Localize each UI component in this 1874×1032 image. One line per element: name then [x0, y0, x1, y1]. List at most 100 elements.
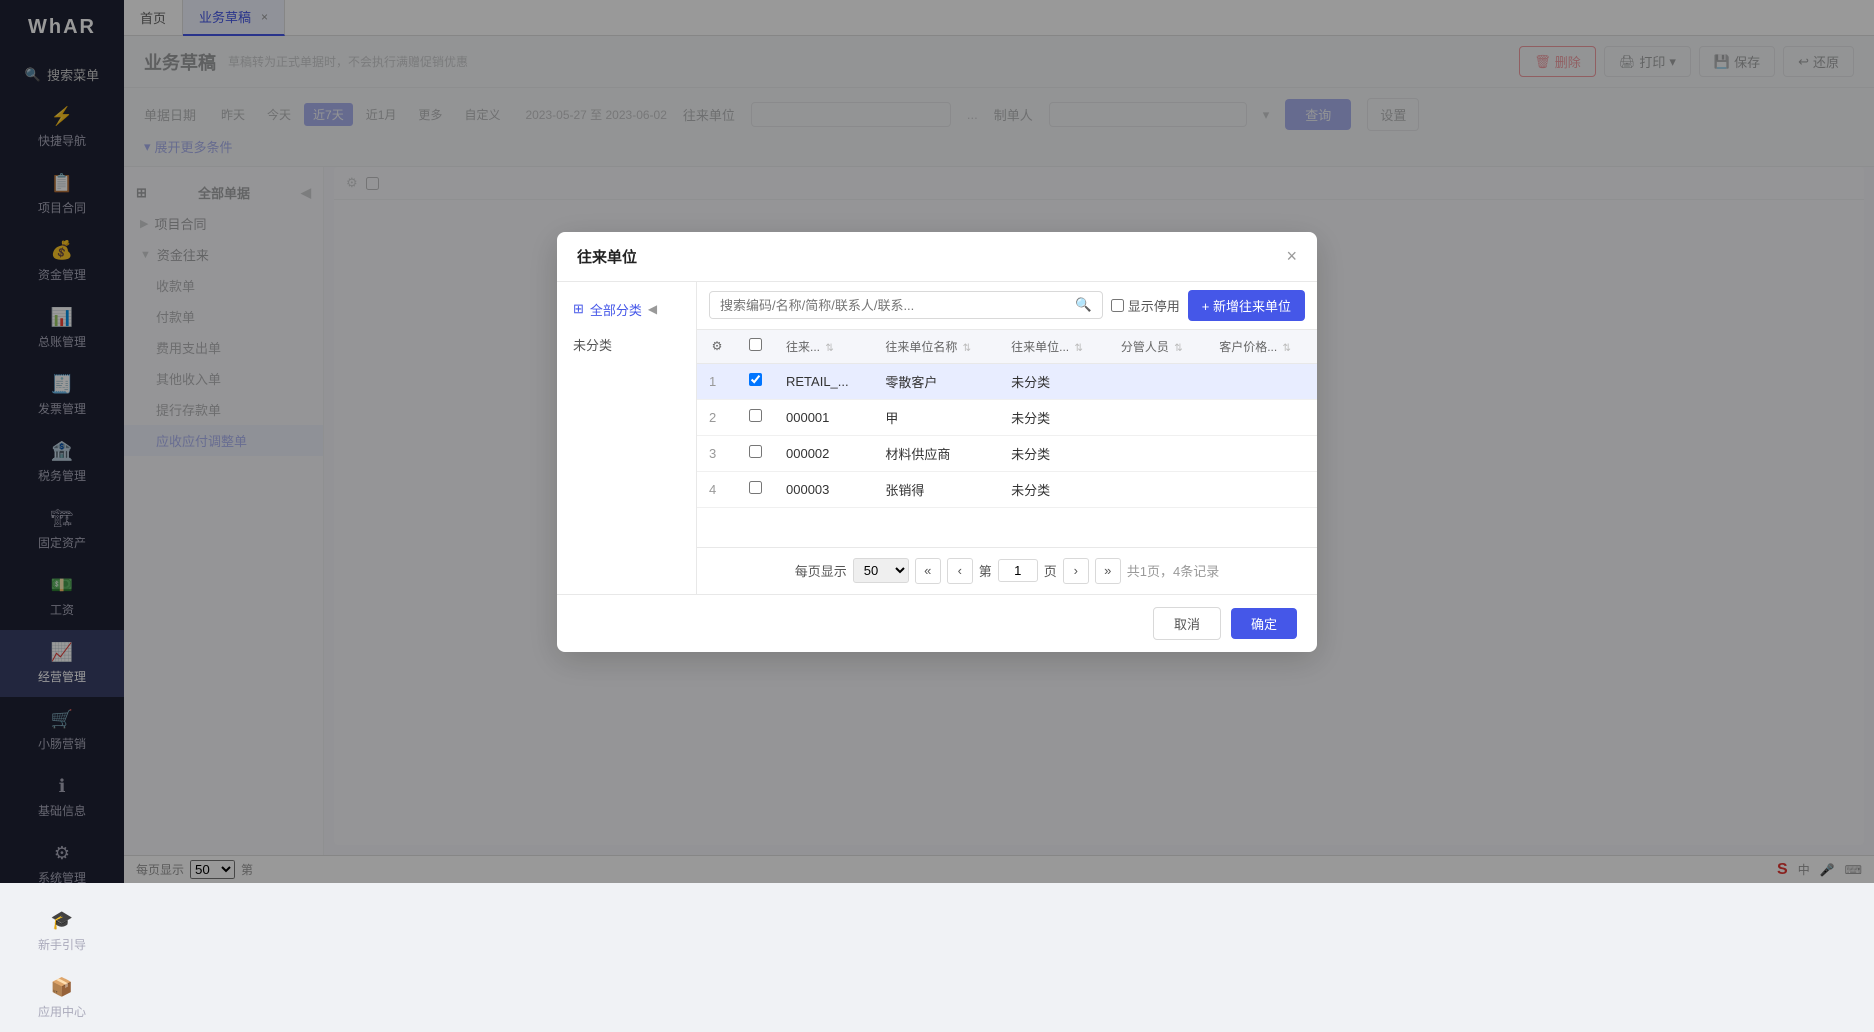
table-settings-icon: ⚙ [712, 339, 723, 353]
show-disabled-checkbox[interactable] [1111, 299, 1124, 312]
next-page-button[interactable]: › [1063, 558, 1089, 584]
dialog-footer: 取消 确定 [557, 594, 1317, 652]
row-name: 材料供应商 [873, 435, 999, 471]
sidebar-item-new-guide[interactable]: 🎓 新手引导 [0, 898, 124, 965]
row-name: 张销得 [873, 471, 999, 507]
confirm-button[interactable]: 确定 [1231, 608, 1297, 639]
row-category: 未分类 [999, 471, 1109, 507]
th-code-label: 往来... [786, 340, 820, 354]
row-code: 000001 [774, 399, 873, 435]
row-price-level [1207, 471, 1317, 507]
th-name: 往来单位名称 ⇅ [873, 330, 999, 364]
partner-search: 🔍 [709, 291, 1103, 319]
row-category: 未分类 [999, 363, 1109, 399]
dialog-body: ⊞ 全部分类 ◀ 未分类 🔍 显示停用 [557, 282, 1317, 594]
dialog-title: 往来单位 [577, 246, 637, 267]
th-checkbox[interactable] [737, 330, 774, 364]
page-label: 第 [979, 561, 992, 580]
row-name: 零散客户 [873, 363, 999, 399]
add-partner-button[interactable]: + 新增往来单位 [1188, 290, 1305, 321]
dialog-table: ⚙ 往来... ⇅ 往来单位名称 ⇅ [697, 330, 1317, 547]
row-checkbox[interactable] [749, 445, 762, 458]
th-settings[interactable]: ⚙ [697, 330, 737, 364]
dialog-overlay[interactable]: 往来单位 × ⊞ 全部分类 ◀ 未分类 [0, 0, 1874, 883]
table-body: 1 RETAIL_... 零散客户 未分类 2 000001 甲 未分类 3 0… [697, 363, 1317, 507]
sidebar-item-label: 应用中心 [38, 1003, 86, 1020]
dialog-left-panel: ⊞ 全部分类 ◀ 未分类 [557, 282, 697, 594]
row-code: 000002 [774, 435, 873, 471]
partner-dialog: 往来单位 × ⊞ 全部分类 ◀ 未分类 [557, 232, 1317, 652]
row-name: 甲 [873, 399, 999, 435]
all-category-label: 全部分类 [590, 300, 642, 319]
first-page-button[interactable]: « [915, 558, 941, 584]
dialog-unclassified[interactable]: 未分类 [557, 327, 696, 362]
dialog-all-category[interactable]: ⊞ 全部分类 ◀ [557, 292, 696, 327]
row-code: RETAIL_... [774, 363, 873, 399]
partners-table: ⚙ 往来... ⇅ 往来单位名称 ⇅ [697, 330, 1317, 508]
dialog-right-panel: 🔍 显示停用 + 新增往来单位 ⚙ [697, 282, 1317, 594]
row-num: 3 [697, 435, 737, 471]
sidebar-item-app-center[interactable]: 📦 应用中心 [0, 965, 124, 1032]
th-price-label: 客户价格... [1219, 340, 1277, 354]
partner-search-button[interactable]: 🔍 [1065, 292, 1102, 318]
dialog-close-icon[interactable]: × [1286, 247, 1297, 265]
th-price: 客户价格... ⇅ [1207, 330, 1317, 364]
row-price-level [1207, 435, 1317, 471]
table-row[interactable]: 3 000002 材料供应商 未分类 [697, 435, 1317, 471]
sidebar-item-label: 新手引导 [38, 936, 86, 953]
app-center-icon: 📦 [51, 977, 73, 998]
row-category: 未分类 [999, 435, 1109, 471]
row-manager [1109, 399, 1207, 435]
table-row[interactable]: 4 000003 张销得 未分类 [697, 471, 1317, 507]
table-select-all[interactable] [749, 338, 762, 351]
th-name-label: 往来单位名称 [885, 340, 957, 354]
row-manager [1109, 471, 1207, 507]
show-disabled-label[interactable]: 显示停用 [1111, 296, 1180, 315]
sort-price-icon[interactable]: ⇅ [1283, 343, 1291, 354]
grid-icon: ⊞ [573, 301, 584, 317]
partner-search-input[interactable] [710, 293, 1065, 318]
row-price-level [1207, 363, 1317, 399]
unclassified-label: 未分类 [573, 338, 612, 353]
dialog-right-toolbar: 🔍 显示停用 + 新增往来单位 [697, 282, 1317, 330]
dialog-header: 往来单位 × [557, 232, 1317, 282]
row-checkbox-cell[interactable] [737, 363, 774, 399]
row-num: 4 [697, 471, 737, 507]
last-page-button[interactable]: » [1095, 558, 1121, 584]
row-code: 000003 [774, 471, 873, 507]
th-category-label: 往来单位... [1011, 340, 1069, 354]
row-manager [1109, 435, 1207, 471]
show-disabled-text: 显示停用 [1128, 296, 1180, 315]
table-row[interactable]: 2 000001 甲 未分类 [697, 399, 1317, 435]
cancel-button[interactable]: 取消 [1153, 607, 1221, 640]
th-manager-label: 分管人员 [1121, 340, 1169, 354]
sort-code-icon[interactable]: ⇅ [825, 343, 833, 354]
sort-manager-icon[interactable]: ⇅ [1174, 343, 1182, 354]
per-page-select[interactable]: 50100200 [853, 558, 909, 583]
per-page-label: 每页显示 [795, 561, 847, 580]
row-checkbox-cell[interactable] [737, 435, 774, 471]
page-number-input[interactable] [998, 559, 1038, 582]
th-manager: 分管人员 ⇅ [1109, 330, 1207, 364]
left-collapse-icon[interactable]: ◀ [648, 302, 657, 316]
row-checkbox[interactable] [749, 481, 762, 494]
row-category: 未分类 [999, 399, 1109, 435]
row-checkbox-cell[interactable] [737, 471, 774, 507]
sort-name-icon[interactable]: ⇅ [963, 343, 971, 354]
row-checkbox[interactable] [749, 409, 762, 422]
row-price-level [1207, 399, 1317, 435]
table-header-row: ⚙ 往来... ⇅ 往来单位名称 ⇅ [697, 330, 1317, 364]
row-manager [1109, 363, 1207, 399]
sort-category-icon[interactable]: ⇅ [1074, 343, 1082, 354]
th-code: 往来... ⇅ [774, 330, 873, 364]
table-row[interactable]: 1 RETAIL_... 零散客户 未分类 [697, 363, 1317, 399]
page-text: 页 [1044, 561, 1057, 580]
dialog-pagination: 每页显示 50100200 « ‹ 第 页 › » 共1页，4条记录 [697, 547, 1317, 594]
row-checkbox-cell[interactable] [737, 399, 774, 435]
row-num: 1 [697, 363, 737, 399]
pagination-info: 共1页，4条记录 [1127, 561, 1219, 580]
new-guide-icon: 🎓 [51, 910, 73, 931]
prev-page-button[interactable]: ‹ [947, 558, 973, 584]
row-checkbox[interactable] [749, 373, 762, 386]
row-num: 2 [697, 399, 737, 435]
